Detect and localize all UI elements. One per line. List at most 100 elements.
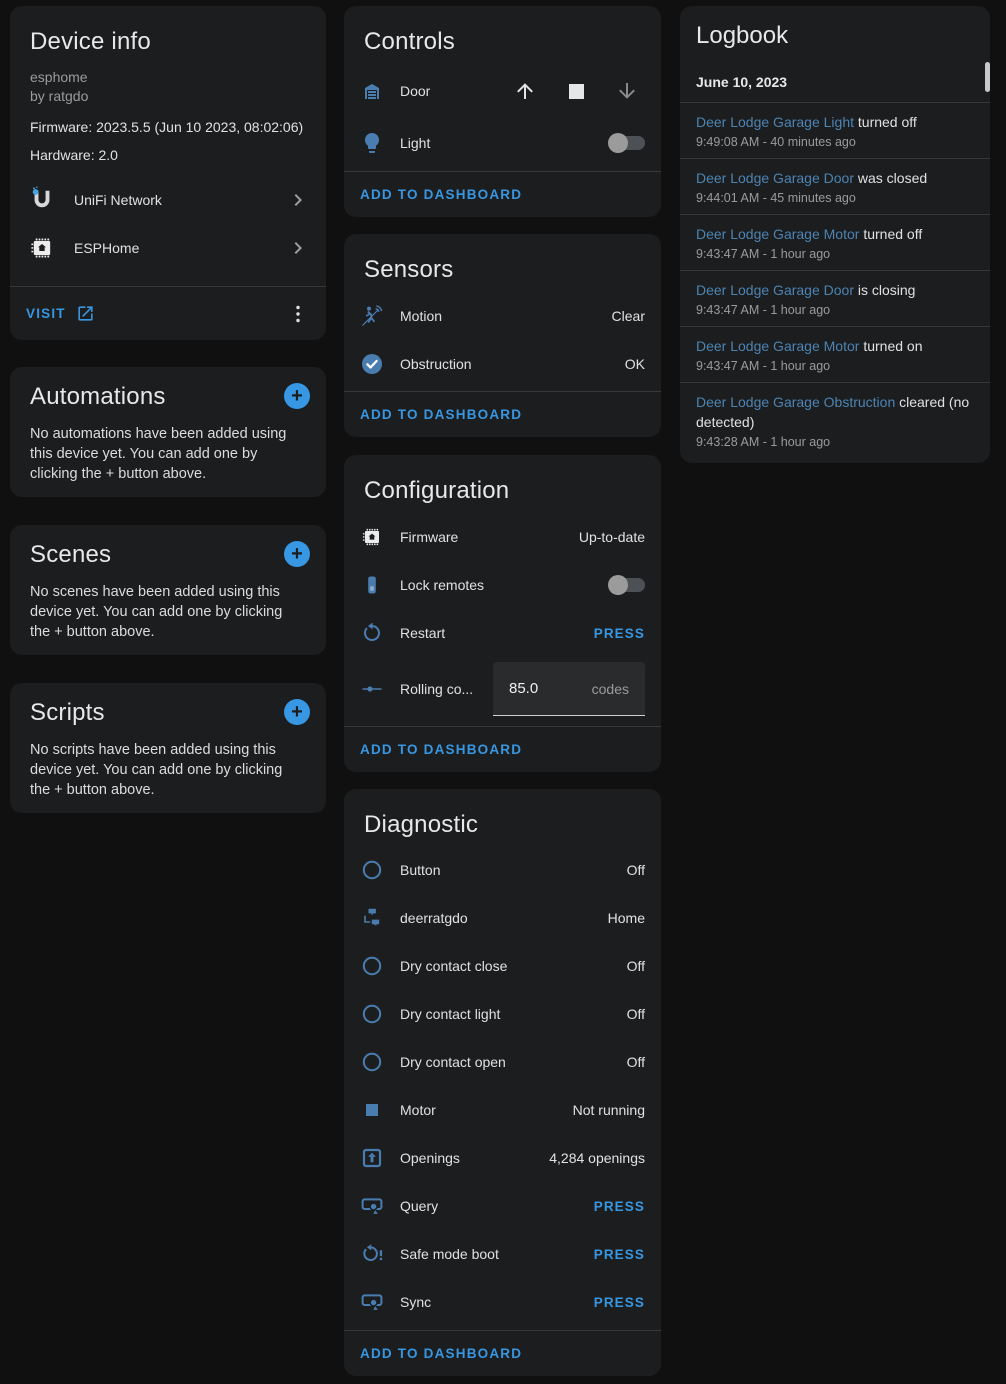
door-open-button[interactable] (505, 71, 545, 111)
logbook-time: 9:43:47 AM - 1 hour ago (696, 247, 831, 261)
dry-contact-open-row[interactable]: Dry contact open Off (344, 1038, 661, 1086)
configuration-add-to-dashboard-button[interactable]: ADD TO DASHBOARD (360, 742, 522, 757)
obstruction-label: Obstruction (400, 356, 472, 372)
restart-row[interactable]: Restart PRESS (344, 609, 661, 657)
door-row[interactable]: Door (344, 65, 661, 117)
logbook-entry: Deer Lodge Garage Door was closed 9:44:0… (680, 159, 990, 215)
lock-remotes-toggle[interactable] (608, 575, 645, 595)
configuration-title: Configuration (364, 477, 510, 504)
logbook-scrollbar[interactable] (985, 62, 990, 92)
button-row[interactable]: Button Off (344, 846, 661, 894)
lan-icon (360, 906, 400, 930)
logbook-action: was closed (857, 170, 928, 186)
logbook-action: turned off (863, 226, 923, 242)
firmware-row[interactable]: Firmware Up-to-date (344, 513, 661, 561)
dry-contact-close-row[interactable]: Dry contact close Off (344, 942, 661, 990)
query-row[interactable]: Query PRESS (344, 1182, 661, 1230)
tap-button-icon (360, 1194, 400, 1218)
button-value: Off (626, 862, 645, 878)
scenes-title: Scenes (30, 541, 112, 568)
logbook-entry: Deer Lodge Garage Motor turned on 9:43:4… (680, 327, 990, 383)
logbook-entity-link[interactable]: Deer Lodge Garage Light (696, 114, 854, 130)
device-hardware: Hardware: 2.0 (30, 147, 118, 163)
lightbulb-icon (360, 131, 400, 155)
motion-row[interactable]: Motion Clear (344, 292, 661, 340)
logbook-action: is closing (857, 282, 916, 298)
rolling-code-value: 85.0 (509, 680, 539, 697)
door-close-button[interactable] (607, 71, 647, 111)
arrow-up-icon (517, 83, 533, 99)
dry-contact-close-label: Dry contact close (400, 958, 508, 974)
dry-contact-open-value: Off (626, 1054, 645, 1070)
firmware-value: Up-to-date (578, 529, 645, 545)
esphome-chip-icon (26, 232, 58, 264)
sensors-add-to-dashboard-button[interactable]: ADD TO DASHBOARD (360, 407, 522, 422)
diagnostic-add-to-dashboard-button[interactable]: ADD TO DASHBOARD (360, 1346, 522, 1361)
sync-row[interactable]: Sync PRESS (344, 1278, 661, 1326)
device-firmware: Firmware: 2023.5.5 (Jun 10 2023, 08:02:0… (30, 119, 304, 135)
logbook-entity-link[interactable]: Deer Lodge Garage Door (696, 170, 854, 186)
integration-row-esphome[interactable]: ESPHome (10, 224, 326, 272)
automations-title: Automations (30, 383, 166, 410)
deerratgdo-label: deerratgdo (400, 910, 468, 926)
controls-add-to-dashboard-button[interactable]: ADD TO DASHBOARD (360, 187, 522, 202)
scenes-empty-text: No scenes have been added using this dev… (30, 584, 283, 640)
restart-press-button[interactable]: PRESS (594, 626, 645, 641)
logbook-entry: Deer Lodge Garage Door is closing 9:43:4… (680, 271, 990, 327)
button-label: Button (400, 862, 441, 878)
logbook-entry: Deer Lodge Garage Obstruction cleared (n… (680, 383, 990, 458)
device-manufacturer: by ratgdo (30, 88, 89, 104)
device-model: esphome (30, 69, 88, 85)
openings-value: 4,284 openings (549, 1150, 645, 1166)
integration-label: UniFi Network (74, 192, 162, 208)
logbook-entity-link[interactable]: Deer Lodge Garage Motor (696, 226, 859, 242)
add-scene-button[interactable]: + (284, 541, 310, 567)
safe-mode-boot-label: Safe mode boot (400, 1246, 499, 1262)
openings-row[interactable]: Openings 4,284 openings (344, 1134, 661, 1182)
safe-mode-boot-row[interactable]: Safe mode boot PRESS (344, 1230, 661, 1278)
chevron-right-icon (286, 236, 310, 260)
add-automation-button[interactable]: + (284, 383, 310, 409)
visit-button[interactable]: VISIT (26, 304, 95, 323)
safe-mode-boot-press-button[interactable]: PRESS (594, 1247, 645, 1262)
device-info-card: Device info esphome by ratgdo Firmware: … (10, 6, 326, 340)
restart-icon (360, 621, 400, 645)
obstruction-row[interactable]: Obstruction OK (344, 340, 661, 388)
light-toggle[interactable] (608, 133, 645, 153)
restart-label: Restart (400, 625, 446, 641)
integration-row-unifi[interactable]: UniFi Network (10, 176, 326, 224)
rolling-code-input[interactable]: 85.0 codes (493, 662, 645, 716)
overflow-menu-button[interactable] (286, 302, 310, 326)
add-script-button[interactable]: + (284, 699, 310, 725)
restart-alert-icon (360, 1242, 400, 1266)
sync-press-button[interactable]: PRESS (594, 1295, 645, 1310)
logbook-action: turned off (857, 114, 917, 130)
rolling-code-suffix: codes (591, 680, 629, 697)
logbook-entity-link[interactable]: Deer Lodge Garage Door (696, 282, 854, 298)
arrow-up-box-icon (360, 1146, 400, 1170)
deerratgdo-value: Home (607, 910, 645, 926)
garage-icon (360, 79, 400, 103)
sensors-card: Sensors Motion Clear Obstruction OK ADD … (344, 234, 661, 437)
logbook-entity-link[interactable]: Deer Lodge Garage Obstruction (696, 394, 895, 410)
logbook-time: 9:43:47 AM - 1 hour ago (696, 303, 831, 317)
logbook-entry: Deer Lodge Garage Motor turned off 9:43:… (680, 215, 990, 271)
door-stop-button[interactable] (556, 71, 596, 111)
dry-contact-light-label: Dry contact light (400, 1006, 501, 1022)
dry-contact-open-label: Dry contact open (400, 1054, 506, 1070)
motor-row[interactable]: Motor Not running (344, 1086, 661, 1134)
deerratgdo-row[interactable]: deerratgdo Home (344, 894, 661, 942)
tap-button-icon (360, 1290, 400, 1314)
motion-value: Clear (611, 308, 645, 324)
rolling-code-row[interactable]: Rolling co... 85.0 codes (344, 657, 661, 721)
query-label: Query (400, 1198, 439, 1214)
dry-contact-light-value: Off (626, 1006, 645, 1022)
light-row[interactable]: Light (344, 117, 661, 169)
open-in-new-icon (76, 304, 95, 323)
check-circle-icon (360, 352, 400, 376)
lock-remotes-row[interactable]: Lock remotes (344, 561, 661, 609)
motor-value: Not running (572, 1102, 645, 1118)
query-press-button[interactable]: PRESS (594, 1199, 645, 1214)
dry-contact-light-row[interactable]: Dry contact light Off (344, 990, 661, 1038)
logbook-entity-link[interactable]: Deer Lodge Garage Motor (696, 338, 859, 354)
